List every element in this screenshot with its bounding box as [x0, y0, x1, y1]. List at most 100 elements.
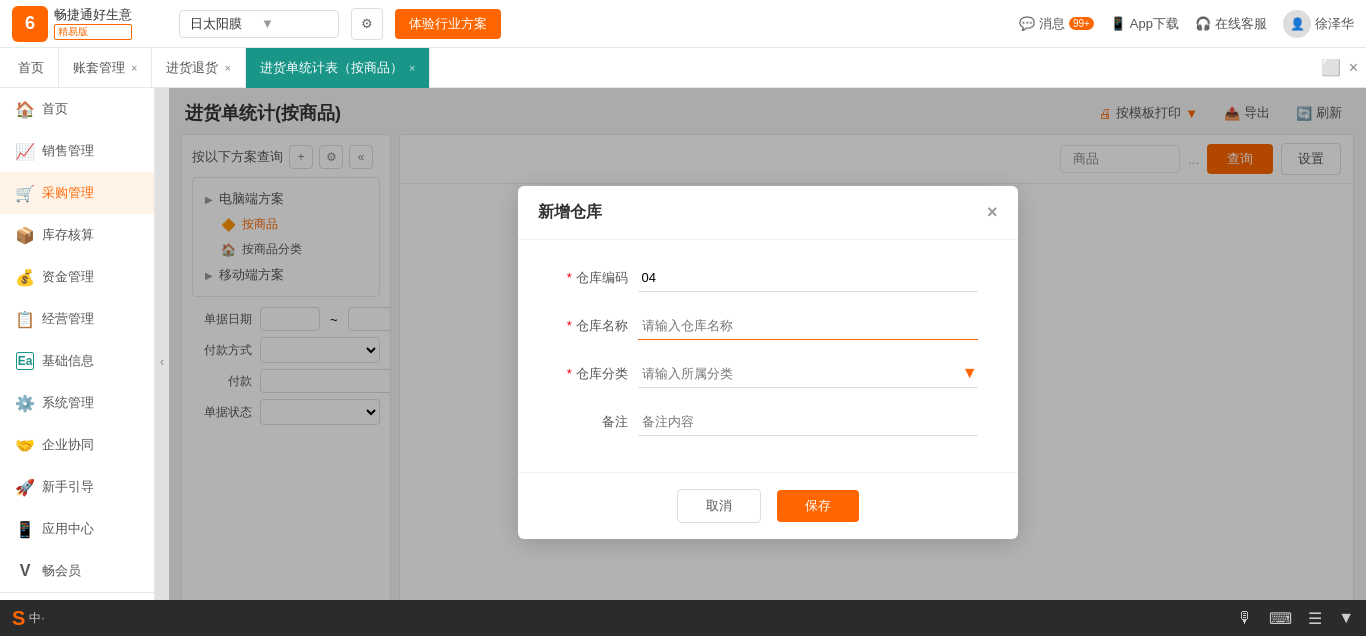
form-row-remark: 备注 — [558, 408, 978, 436]
warehouse-remark-input[interactable] — [638, 408, 978, 436]
form-label-name: 仓库名称 — [558, 317, 638, 335]
basic-info-icon: Ea — [16, 352, 34, 370]
avatar: 👤 — [1283, 10, 1311, 38]
trial-button[interactable]: 体验行业方案 — [395, 9, 501, 39]
sidebar-item-cooperation[interactable]: 🤝 企业协同 — [0, 424, 154, 466]
modal-close-button[interactable]: × — [987, 203, 998, 221]
sidebar-item-inventory[interactable]: 📦 库存核算 — [0, 214, 154, 256]
sidebar-item-operation-label: 经营管理 — [42, 310, 94, 328]
cooperation-icon: 🤝 — [16, 436, 34, 454]
settings-gear-button[interactable]: ⚙ — [351, 8, 383, 40]
messages-badge: 99+ — [1069, 17, 1094, 30]
sidebar: 🏠 首页 📈 销售管理 🛒 采购管理 📦 库存核算 💰 资金管理 📋 经营管理 … — [0, 88, 155, 636]
tab-purchase-return[interactable]: 进货退货 × — [152, 48, 245, 88]
sidebar-item-purchase-label: 采购管理 — [42, 184, 94, 202]
app-badge: 精易版 — [54, 24, 132, 40]
sidebar-item-home[interactable]: 🏠 首页 — [0, 88, 154, 130]
sidebar-item-inventory-label: 库存核算 — [42, 226, 94, 244]
app-download-label: App下载 — [1130, 15, 1179, 33]
sidebar-item-finance-label: 资金管理 — [42, 268, 94, 286]
form-row-category: 仓库分类 ▼ — [558, 360, 978, 388]
top-nav: 6 畅捷通好生意 精易版 日太阳膜 ▼ ⚙ 体验行业方案 💬 消息 99+ 📱 … — [0, 0, 1366, 48]
bottom-dropdown-icon[interactable]: ▼ — [1338, 609, 1354, 627]
message-icon: 💬 — [1019, 16, 1035, 31]
form-label-category: 仓库分类 — [558, 365, 638, 383]
online-service-label: 在线客服 — [1215, 15, 1267, 33]
tab-purchase-return-close[interactable]: × — [224, 62, 230, 74]
purchase-icon: 🛒 — [16, 184, 34, 202]
category-dropdown-arrow: ▼ — [962, 364, 978, 382]
window-restore-button[interactable]: ⬜ — [1321, 58, 1341, 77]
app-logo-icon: 6 — [12, 6, 48, 42]
sidebar-item-purchase[interactable]: 🛒 采购管理 — [0, 172, 154, 214]
home-icon: 🏠 — [16, 100, 34, 118]
apps-icon: 📱 — [16, 520, 34, 538]
operation-icon: 📋 — [16, 310, 34, 328]
warehouse-category-input[interactable] — [638, 360, 962, 387]
form-row-code: 仓库编码 — [558, 264, 978, 292]
bottom-logo: S 中· — [12, 607, 45, 630]
logo-area: 6 畅捷通好生意 精易版 — [12, 6, 167, 42]
cancel-button[interactable]: 取消 — [677, 489, 761, 523]
online-service-button[interactable]: 🎧 在线客服 — [1195, 15, 1267, 33]
warehouse-code-input[interactable] — [638, 264, 978, 292]
guide-icon: 🚀 — [16, 478, 34, 496]
store-selector[interactable]: 日太阳膜 ▼ — [179, 10, 339, 38]
warehouse-name-input[interactable] — [638, 312, 978, 340]
messages-button[interactable]: 💬 消息 99+ — [1019, 15, 1094, 33]
top-nav-right: 💬 消息 99+ 📱 App下载 🎧 在线客服 👤 徐泽华 — [1019, 10, 1354, 38]
bottom-mic-icon[interactable]: 🎙 — [1237, 609, 1253, 627]
inventory-icon: 📦 — [16, 226, 34, 244]
main-layout: 🏠 首页 📈 销售管理 🛒 采购管理 📦 库存核算 💰 资金管理 📋 经营管理 … — [0, 88, 1366, 636]
sidebar-item-sales-label: 销售管理 — [42, 142, 94, 160]
sidebar-item-cooperation-label: 企业协同 — [42, 436, 94, 454]
sidebar-item-system[interactable]: ⚙️ 系统管理 — [0, 382, 154, 424]
tab-account[interactable]: 账套管理 × — [59, 48, 152, 88]
bottom-menu-icon[interactable]: ☰ — [1308, 609, 1322, 628]
sidebar-item-system-label: 系统管理 — [42, 394, 94, 412]
phone-icon: 📱 — [1110, 16, 1126, 31]
sidebar-item-apps[interactable]: 📱 应用中心 — [0, 508, 154, 550]
window-close-button[interactable]: × — [1349, 59, 1358, 77]
bottom-icons: 🎙 ⌨ ☰ ▼ — [1237, 609, 1354, 628]
gear-icon: ⚙ — [361, 16, 373, 31]
tab-purchase-stats[interactable]: 进货单统计表（按商品） × — [246, 48, 430, 88]
sidebar-item-guide-label: 新手引导 — [42, 478, 94, 496]
tab-purchase-stats-close[interactable]: × — [409, 62, 415, 74]
tab-account-close[interactable]: × — [131, 62, 137, 74]
headset-icon: 🎧 — [1195, 16, 1211, 31]
member-icon: V — [16, 562, 34, 580]
messages-label: 消息 — [1039, 15, 1065, 33]
tab-account-label: 账套管理 — [73, 59, 125, 77]
tab-home-label: 首页 — [18, 59, 44, 77]
tab-home[interactable]: 首页 — [4, 48, 59, 88]
sidebar-item-finance[interactable]: 💰 资金管理 — [0, 256, 154, 298]
sidebar-item-sales[interactable]: 📈 销售管理 — [0, 130, 154, 172]
sales-icon: 📈 — [16, 142, 34, 160]
modal-overlay: 新增仓库 × 仓库编码 仓库名称 仓库 — [169, 88, 1366, 636]
modal-title: 新增仓库 — [538, 202, 602, 223]
bottom-bar: S 中· 🎙 ⌨ ☰ ▼ — [0, 600, 1366, 636]
app-name: 畅捷通好生意 — [54, 7, 132, 24]
warehouse-category-select[interactable]: ▼ — [638, 360, 978, 388]
sidebar-item-basic-info-label: 基础信息 — [42, 352, 94, 370]
tab-bar-controls: ⬜ × — [1321, 58, 1366, 77]
user-profile[interactable]: 👤 徐泽华 — [1283, 10, 1354, 38]
sidebar-item-guide[interactable]: 🚀 新手引导 — [0, 466, 154, 508]
finance-icon: 💰 — [16, 268, 34, 286]
bottom-keyboard-icon[interactable]: ⌨ — [1269, 609, 1292, 628]
sidebar-collapse-button[interactable]: ‹ — [155, 88, 169, 636]
content-area: 进货单统计(按商品) 🖨 按模板打印 ▼ 📤 导出 🔄 刷新 — [169, 88, 1366, 636]
save-button[interactable]: 保存 — [777, 490, 859, 522]
sidebar-item-member[interactable]: V 畅会员 — [0, 550, 154, 592]
sidebar-item-operation[interactable]: 📋 经营管理 — [0, 298, 154, 340]
tab-purchase-return-label: 进货退货 — [166, 59, 218, 77]
app-download-button[interactable]: 📱 App下载 — [1110, 15, 1179, 33]
modal-body: 仓库编码 仓库名称 仓库分类 ▼ — [518, 240, 1018, 472]
sidebar-item-basic-info[interactable]: Ea 基础信息 — [0, 340, 154, 382]
sidebar-item-apps-label: 应用中心 — [42, 520, 94, 538]
store-name: 日太阳膜 — [190, 15, 257, 33]
store-selector-arrow: ▼ — [261, 16, 328, 31]
system-icon: ⚙️ — [16, 394, 34, 412]
sidebar-item-home-label: 首页 — [42, 100, 68, 118]
